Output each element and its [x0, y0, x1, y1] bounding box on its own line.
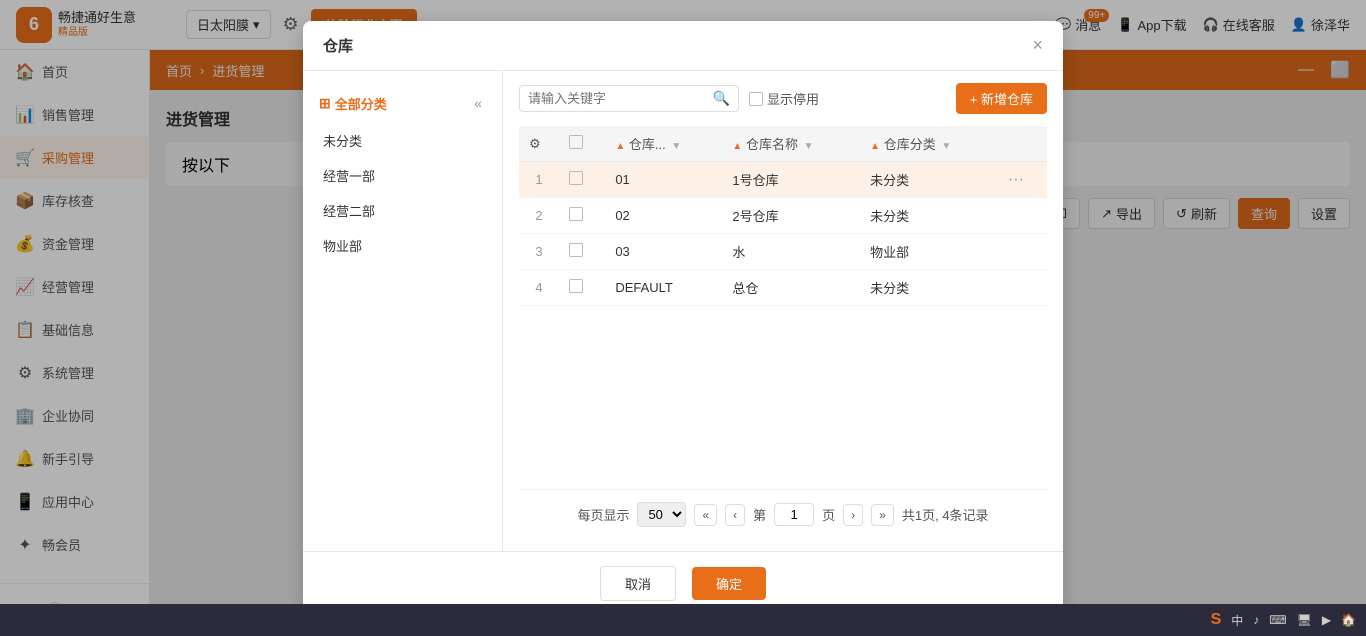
search-input[interactable]	[528, 91, 713, 106]
row-code: 02	[605, 198, 722, 234]
col-name-sort-down-icon: ▼	[804, 141, 814, 152]
row-name: 1号仓库	[722, 162, 860, 198]
taskbar-play[interactable]: ▶	[1322, 613, 1331, 627]
last-page-button[interactable]: »	[871, 504, 894, 526]
warehouse-toolbar: 🔍 显示停用 + 新增仓库	[519, 83, 1047, 114]
table-row[interactable]: 1 01 1号仓库 未分类 ···	[519, 162, 1047, 198]
add-warehouse-button[interactable]: + 新增仓库	[956, 83, 1047, 114]
category-item-uncat[interactable]: 未分类	[303, 123, 502, 158]
select-all-checkbox[interactable]	[569, 135, 583, 149]
row-name: 水	[722, 234, 860, 270]
first-page-button[interactable]: «	[694, 504, 717, 526]
total-label: 共1页, 4条记录	[902, 505, 989, 524]
warehouse-modal: 仓库 × ⊞ 全部分类 « 未分类 经营一部 经营二部 物业部 🔍	[303, 21, 1063, 615]
warehouse-tbody: 1 01 1号仓库 未分类 ··· 2 02 2号仓库 未分类 3 03 水 物…	[519, 162, 1047, 306]
taskbar-home[interactable]: 🏠	[1341, 613, 1356, 627]
taskbar-monitor[interactable]: 🖥	[1297, 613, 1312, 627]
table-col-checkbox	[559, 126, 605, 162]
cancel-button[interactable]: 取消	[600, 566, 676, 601]
row-checkbox[interactable]	[559, 162, 605, 198]
taskbar-s-logo: S	[1211, 611, 1222, 629]
show-disabled-checkbox[interactable]	[749, 92, 763, 106]
sort-down-icon: ▼	[671, 141, 681, 152]
row-name: 2号仓库	[722, 198, 860, 234]
warehouse-panel: 🔍 显示停用 + 新增仓库 ⚙	[503, 71, 1063, 551]
table-col-name[interactable]: ▲ 仓库名称 ▼	[722, 126, 860, 162]
row-actions	[998, 270, 1047, 306]
pagination-bar: 每页显示 50 « ‹ 第 页 › » 共1页, 4条记录	[519, 489, 1047, 539]
table-col-category[interactable]: ▲ 仓库分类 ▼	[860, 126, 998, 162]
row-num: 1	[519, 162, 559, 198]
per-page-select[interactable]: 50	[637, 502, 686, 527]
search-box: 🔍	[519, 85, 739, 112]
modal-close-button[interactable]: ×	[1032, 35, 1043, 56]
taskbar-keyboard[interactable]: ⌨	[1269, 613, 1286, 627]
row-more-button[interactable]: ···	[1008, 171, 1024, 189]
col-cat-sort-icon: ▲	[870, 141, 880, 152]
table-row[interactable]: 3 03 水 物业部	[519, 234, 1047, 270]
grid-icon: ⊞	[319, 95, 331, 112]
table-gear-icon[interactable]: ⚙	[529, 136, 541, 151]
row-code: 01	[605, 162, 722, 198]
table-row[interactable]: 4 DEFAULT 总仓 未分类	[519, 270, 1047, 306]
warehouse-table: ⚙ ▲ 仓库... ▼ ▲ 仓库名称 ▼	[519, 126, 1047, 306]
row-checkbox[interactable]	[559, 198, 605, 234]
row-category: 未分类	[860, 198, 998, 234]
col-name-sort-icon: ▲	[732, 141, 742, 152]
search-icon: 🔍	[713, 90, 730, 107]
page-label: 第	[753, 505, 766, 524]
category-all[interactable]: ⊞ 全部分类 «	[303, 83, 502, 123]
row-code: DEFAULT	[605, 270, 722, 306]
taskbar-chinese: 中	[1231, 612, 1243, 629]
table-col-gear: ⚙	[519, 126, 559, 162]
row-actions	[998, 198, 1047, 234]
page-input[interactable]	[774, 503, 814, 526]
taskbar-music[interactable]: ♪	[1253, 613, 1259, 627]
category-collapse-button[interactable]: «	[470, 91, 486, 115]
next-page-button[interactable]: ›	[843, 504, 863, 526]
prev-page-button[interactable]: ‹	[725, 504, 745, 526]
category-item-property[interactable]: 物业部	[303, 228, 502, 263]
category-panel: ⊞ 全部分类 « 未分类 经营一部 经营二部 物业部	[303, 71, 503, 551]
confirm-button[interactable]: 确定	[692, 567, 766, 600]
table-col-code[interactable]: ▲ 仓库... ▼	[605, 126, 722, 162]
category-item-op1[interactable]: 经营一部	[303, 158, 502, 193]
col-cat-sort-down-icon: ▼	[941, 141, 951, 152]
row-num: 2	[519, 198, 559, 234]
per-page-label: 每页显示	[577, 505, 629, 524]
page-end-label: 页	[822, 505, 835, 524]
row-num: 4	[519, 270, 559, 306]
row-checkbox[interactable]	[559, 234, 605, 270]
row-num: 3	[519, 234, 559, 270]
category-all-label: 全部分类	[335, 94, 470, 113]
sort-icon: ▲	[615, 141, 625, 152]
row-code: 03	[605, 234, 722, 270]
table-col-actions	[998, 126, 1047, 162]
row-name: 总仓	[722, 270, 860, 306]
row-category: 未分类	[860, 162, 998, 198]
show-disabled-label[interactable]: 显示停用	[749, 89, 819, 108]
taskbar: S 中 ♪ ⌨ 🖥 ▶ 🏠	[0, 604, 1366, 636]
row-category: 未分类	[860, 270, 998, 306]
table-header-row: ⚙ ▲ 仓库... ▼ ▲ 仓库名称 ▼	[519, 126, 1047, 162]
table-row[interactable]: 2 02 2号仓库 未分类	[519, 198, 1047, 234]
modal-header: 仓库 ×	[303, 21, 1063, 71]
row-checkbox[interactable]	[559, 270, 605, 306]
modal-body: ⊞ 全部分类 « 未分类 经营一部 经营二部 物业部 🔍 显示停用 + 新增仓库	[303, 71, 1063, 551]
row-category: 物业部	[860, 234, 998, 270]
row-actions: ···	[998, 162, 1047, 198]
modal-title: 仓库	[323, 35, 353, 56]
row-actions	[998, 234, 1047, 270]
category-item-op2[interactable]: 经营二部	[303, 193, 502, 228]
